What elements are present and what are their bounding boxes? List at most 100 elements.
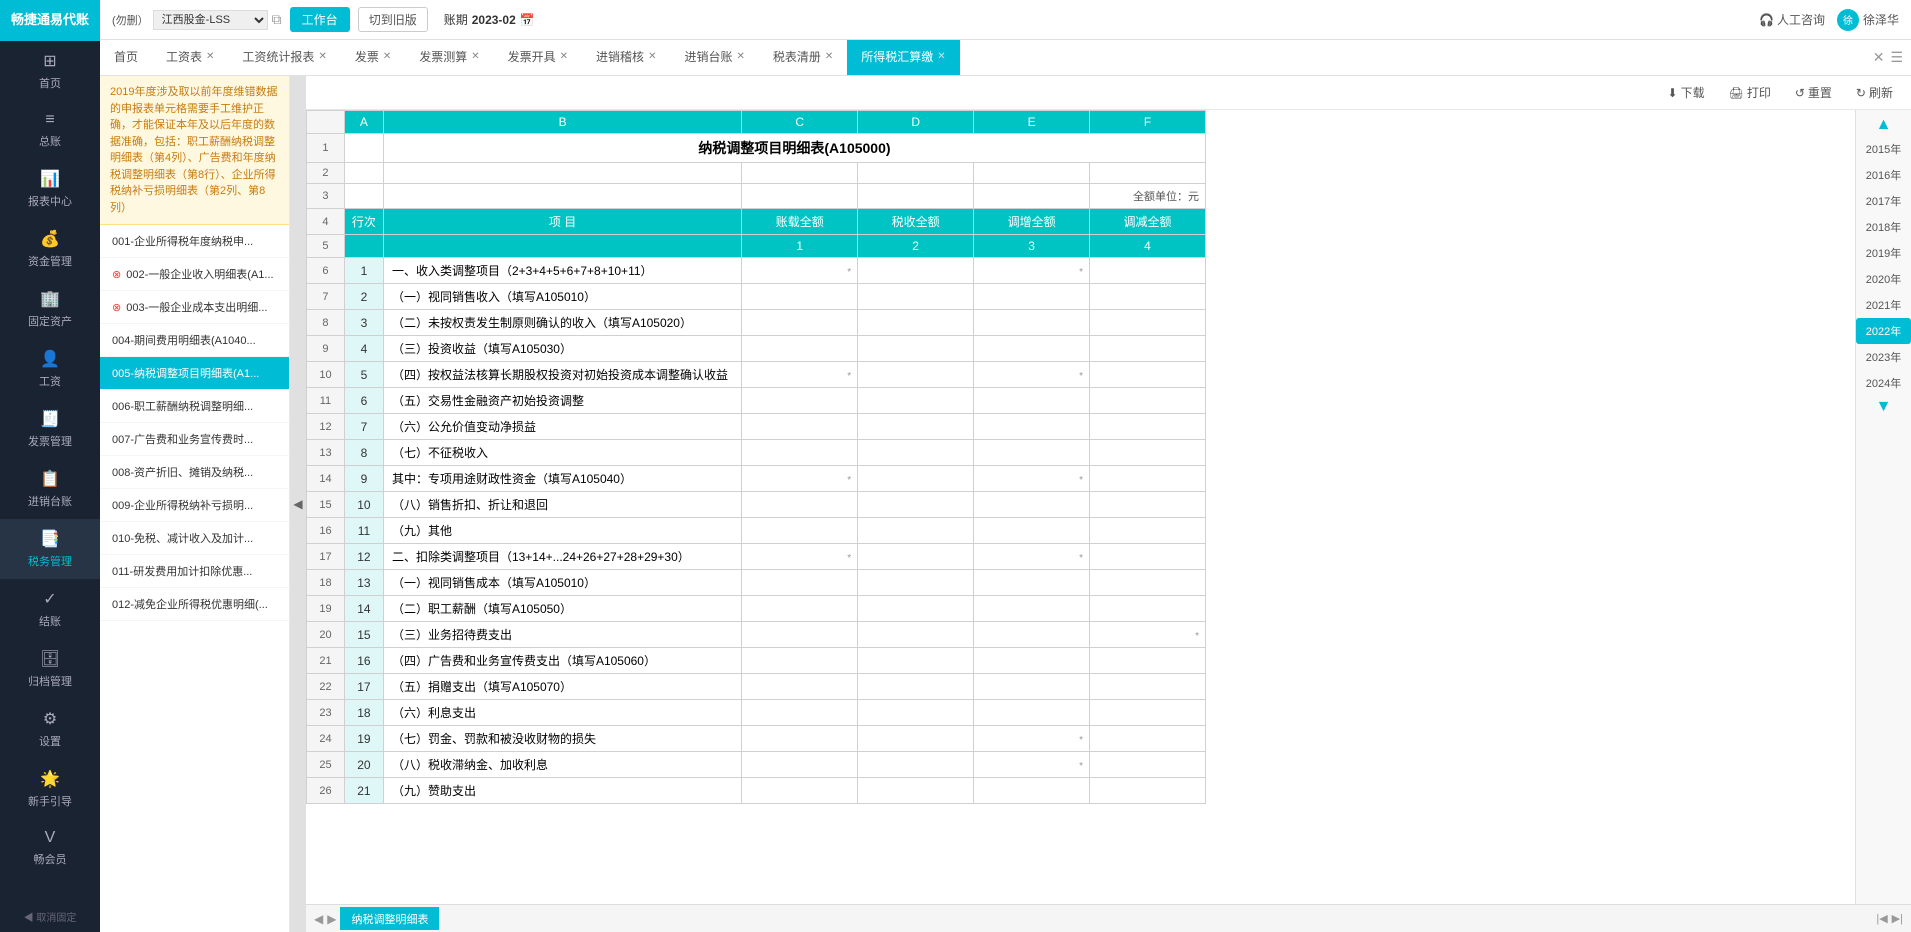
menu-item-012[interactable]: 012-减免企业所得税优惠明细(... (100, 588, 289, 621)
data-cell[interactable] (858, 622, 974, 648)
item-cell[interactable]: （八）税收滞纳金、加收利息 (383, 752, 741, 778)
item-cell[interactable]: 二、扣除类调整项目（13+14+...24+26+27+28+29+30） (383, 544, 741, 570)
data-cell[interactable] (1090, 596, 1206, 622)
year-item-2020[interactable]: 2020年 (1856, 266, 1911, 292)
item-cell[interactable]: （六）利息支出 (383, 700, 741, 726)
year-item-2018[interactable]: 2018年 (1856, 214, 1911, 240)
workspace-button[interactable]: 工作台 (290, 7, 350, 32)
year-item-2022[interactable]: 2022年 (1856, 318, 1911, 344)
data-cell[interactable]: * (974, 466, 1090, 492)
item-cell[interactable]: （五）交易性金融资产初始投资调整 (383, 388, 741, 414)
seq-cell[interactable]: 19 (344, 726, 383, 752)
item-cell[interactable]: （七）罚金、罚款和被没收财物的损失 (383, 726, 741, 752)
tab-invoice[interactable]: 发票 ✕ (341, 40, 405, 75)
data-cell[interactable] (858, 674, 974, 700)
data-cell[interactable] (858, 518, 974, 544)
data-cell[interactable] (742, 700, 858, 726)
sheet-tab-main[interactable]: 纳税调整明细表 (340, 907, 439, 930)
year-nav-down[interactable]: ▼ (1874, 396, 1894, 418)
menu-item-003[interactable]: ⊗ 003-一般企业成本支出明细... (100, 291, 289, 324)
seq-cell[interactable]: 14 (344, 596, 383, 622)
menu-item-011[interactable]: 011-研发费用加计扣除优惠... (100, 555, 289, 588)
tab-close-icon[interactable]: ✕ (648, 51, 656, 62)
seq-cell[interactable]: 16 (344, 648, 383, 674)
data-cell[interactable] (1090, 492, 1206, 518)
seq-cell[interactable]: 6 (344, 388, 383, 414)
cell[interactable] (1090, 163, 1206, 184)
data-cell[interactable] (858, 492, 974, 518)
reset-button[interactable]: ↺ 重置 (1789, 82, 1838, 103)
sidebar-item-guide[interactable]: 🌟 新手引导 (0, 759, 100, 819)
data-cell[interactable] (858, 336, 974, 362)
seq-cell[interactable]: 9 (344, 466, 383, 492)
menu-item-010[interactable]: 010-免税、减计收入及加计... (100, 522, 289, 555)
data-cell[interactable]: * (974, 726, 1090, 752)
item-cell[interactable]: （一）视同销售收入（填写A105010） (383, 284, 741, 310)
data-cell[interactable] (858, 414, 974, 440)
sidebar-item-payroll[interactable]: 👤 工资 (0, 339, 100, 399)
item-cell[interactable]: （七）不征税收入 (383, 440, 741, 466)
data-cell[interactable] (858, 570, 974, 596)
item-cell[interactable]: （三）业务招待费支出 (383, 622, 741, 648)
data-cell[interactable] (1090, 258, 1206, 284)
data-cell[interactable] (1090, 570, 1206, 596)
data-cell[interactable] (742, 414, 858, 440)
back-old-button[interactable]: 切到旧版 (358, 7, 428, 32)
data-cell[interactable] (974, 622, 1090, 648)
seq-cell[interactable]: 2 (344, 284, 383, 310)
sidebar-item-home[interactable]: ⊞ 首页 (0, 41, 100, 101)
menu-item-005[interactable]: 005-纳税调整项目明细表(A1... (100, 357, 289, 390)
data-cell[interactable] (858, 726, 974, 752)
seq-cell[interactable]: 3 (344, 310, 383, 336)
seq-cell[interactable]: 5 (344, 362, 383, 388)
print-button[interactable]: 🖨 打印 (1723, 82, 1777, 103)
data-cell[interactable] (1090, 414, 1206, 440)
consultant-link[interactable]: 🎧 人工咨询 (1759, 11, 1825, 28)
seq-cell[interactable]: 8 (344, 440, 383, 466)
seq-cell[interactable]: 20 (344, 752, 383, 778)
data-cell[interactable]: * (742, 544, 858, 570)
tab-invoice-issue[interactable]: 发票开具 ✕ (494, 40, 582, 75)
cell[interactable] (742, 163, 858, 184)
seq-cell[interactable]: 21 (344, 778, 383, 804)
sidebar-item-vip[interactable]: V 畅会员 (0, 819, 100, 877)
data-cell[interactable] (742, 310, 858, 336)
item-cell[interactable]: （六）公允价值变动净损益 (383, 414, 741, 440)
item-cell[interactable]: 一、收入类调整项目（2+3+4+5+6+7+8+10+11） (383, 258, 741, 284)
data-cell[interactable] (858, 544, 974, 570)
data-cell[interactable] (974, 778, 1090, 804)
data-cell[interactable] (858, 284, 974, 310)
data-cell[interactable] (1090, 466, 1206, 492)
data-cell[interactable] (1090, 648, 1206, 674)
cell[interactable] (742, 184, 858, 209)
item-cell[interactable]: （一）视同销售成本（填写A105010） (383, 570, 741, 596)
year-item-2019[interactable]: 2019年 (1856, 240, 1911, 266)
data-cell[interactable] (742, 336, 858, 362)
cell[interactable] (344, 184, 383, 209)
year-item-2024[interactable]: 2024年 (1856, 370, 1911, 396)
sidebar-item-invoice-mgmt[interactable]: 🧾 发票管理 (0, 399, 100, 459)
data-cell[interactable] (974, 336, 1090, 362)
data-cell[interactable] (974, 596, 1090, 622)
close-all-icon[interactable]: ✕ (1873, 49, 1885, 66)
collapse-panel-btn[interactable]: ◀ (290, 76, 306, 932)
sidebar-item-tax-mgmt[interactable]: 📑 税务管理 (0, 519, 100, 579)
data-cell[interactable] (974, 648, 1090, 674)
data-cell[interactable] (974, 414, 1090, 440)
tab-purchase-check[interactable]: 进销稽核 ✕ (582, 40, 670, 75)
data-cell[interactable] (974, 388, 1090, 414)
cell[interactable] (858, 163, 974, 184)
company-select[interactable]: 江西股金-LSS (153, 10, 268, 30)
seq-cell[interactable]: 10 (344, 492, 383, 518)
tab-close-icon[interactable]: ✕ (560, 51, 568, 62)
tab-income-tax[interactable]: 所得税汇算缴 ✕ (847, 40, 959, 75)
data-cell[interactable] (742, 492, 858, 518)
menu-item-007[interactable]: 007-广告费和业务宣传费时... (100, 423, 289, 456)
data-cell[interactable] (742, 778, 858, 804)
data-cell[interactable] (858, 388, 974, 414)
cell[interactable] (858, 184, 974, 209)
cell[interactable] (974, 184, 1090, 209)
menu-item-001[interactable]: 001-企业所得税年度纳税申... (100, 225, 289, 258)
sidebar-item-general-ledger[interactable]: ≡ 总账 (0, 101, 100, 159)
cell[interactable] (344, 134, 383, 163)
